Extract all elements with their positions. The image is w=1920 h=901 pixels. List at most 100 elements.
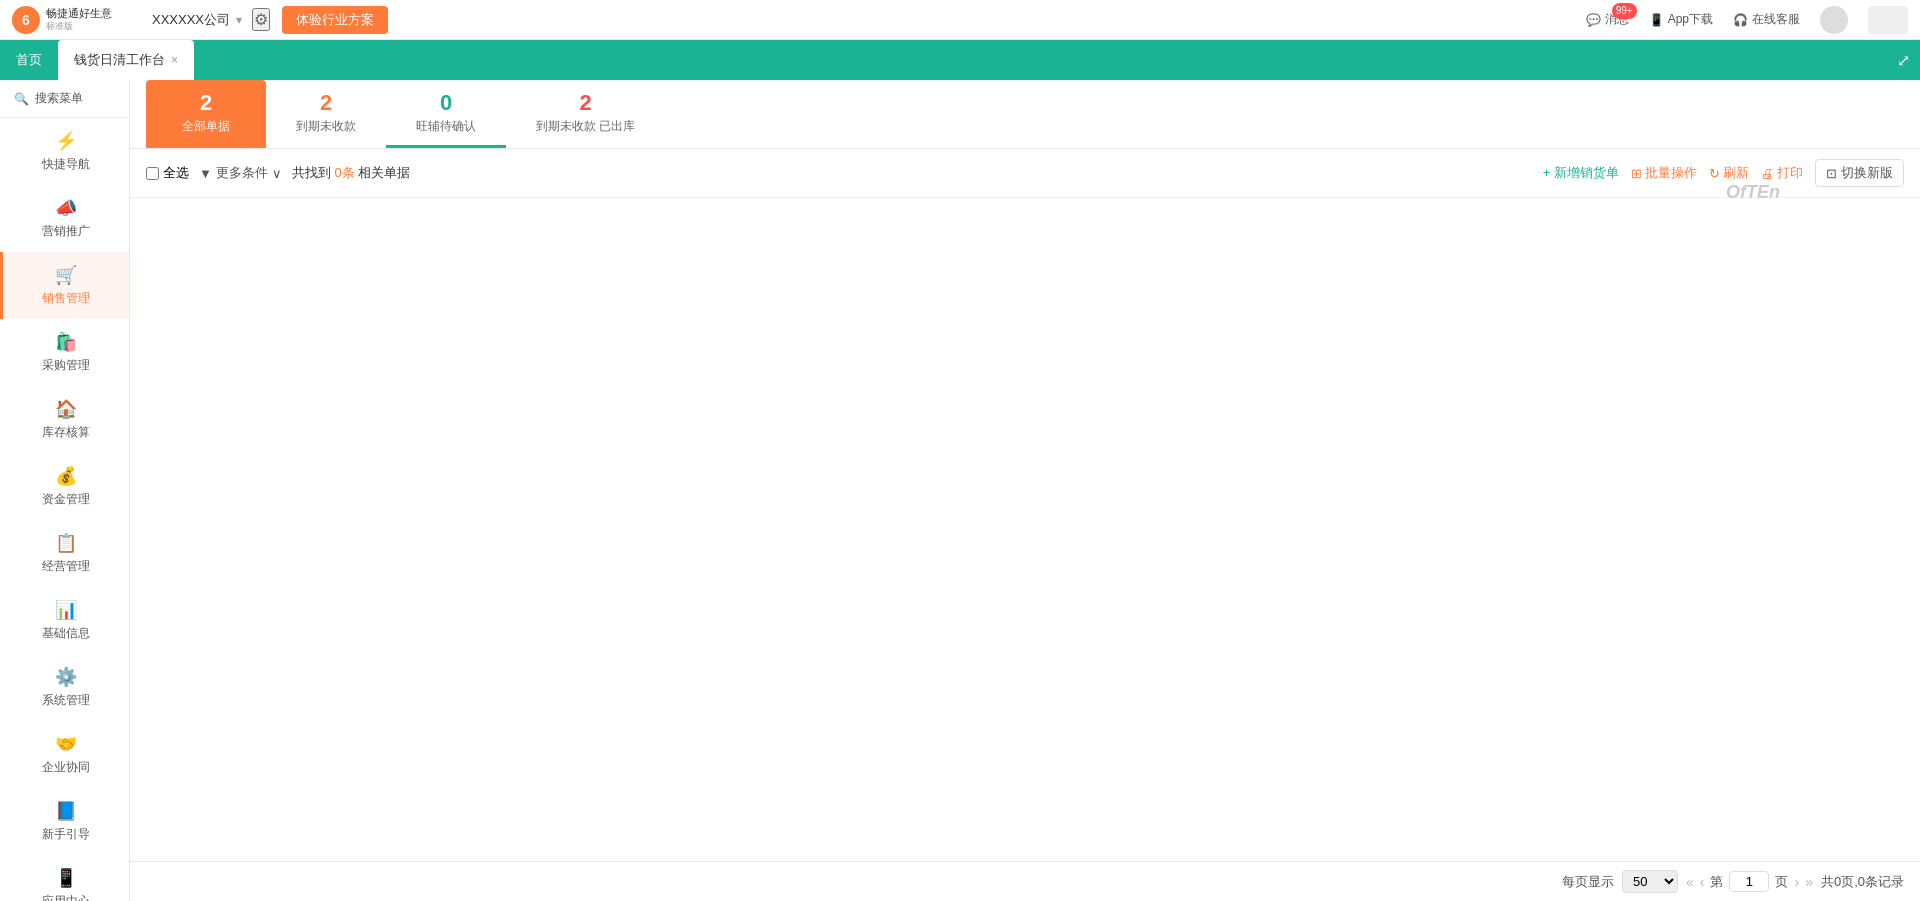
prev-page-button[interactable]: ‹ <box>1700 874 1705 890</box>
sidebar-item-operation[interactable]: 📋 经营管理 <box>0 520 129 587</box>
company-dropdown-icon: ▾ <box>236 13 242 27</box>
tab-home[interactable]: 首页 <box>0 40 58 80</box>
app-download-action[interactable]: 📱 App下载 <box>1649 11 1713 28</box>
sidebar-item-marketing[interactable]: 📣 营销推广 <box>0 185 129 252</box>
stats-tab-shipped[interactable]: 2 到期未收款 已出库 <box>506 80 665 148</box>
batch-label: 批量操作 <box>1645 164 1697 182</box>
settings-button[interactable]: ⚙ <box>252 8 270 31</box>
filter-down-icon: ∨ <box>272 166 282 181</box>
sidebar-item-label: 经营管理 <box>42 558 90 575</box>
sales-icon: 🛒 <box>55 264 77 286</box>
sidebar-item-label: 系统管理 <box>42 692 90 709</box>
sidebar-item-purchase[interactable]: 🛍️ 采购管理 <box>0 319 129 386</box>
tab-bar-right: ⤢ <box>1897 51 1920 70</box>
sidebar-item-label: 营销推广 <box>42 223 90 240</box>
switch-version-button[interactable]: ⊡ 切换新版 <box>1815 159 1904 187</box>
user-avatar[interactable] <box>1820 6 1848 34</box>
sidebar-item-system[interactable]: ⚙️ 系统管理 <box>0 654 129 721</box>
page-size-select[interactable]: 50 100 200 <box>1622 870 1678 893</box>
page-number-input[interactable] <box>1729 871 1769 892</box>
tab-active[interactable]: 钱货日清工作台 × <box>58 40 194 80</box>
search-menu[interactable]: 🔍 搜索菜单 <box>0 80 129 118</box>
tab-expand-icon[interactable]: ⤢ <box>1897 51 1910 70</box>
print-label: 打印 <box>1777 164 1803 182</box>
filter-button[interactable]: ▼ 更多条件 ∨ <box>199 164 282 182</box>
app-download-label: App下载 <box>1668 11 1713 28</box>
refresh-label: 刷新 <box>1723 164 1749 182</box>
logo-badge: 标准版 <box>46 20 112 33</box>
inventory-icon: 🏠 <box>55 398 77 420</box>
enterprise-icon: 🤝 <box>55 733 77 755</box>
last-page-button[interactable]: » <box>1805 874 1813 890</box>
filter-icon: ▼ <box>199 166 212 181</box>
notification-action[interactable]: 💬 消息 99+ <box>1586 11 1629 28</box>
sidebar-item-inventory[interactable]: 🏠 库存核算 <box>0 386 129 453</box>
result-text: 共找到 0条 相关单据 <box>292 164 410 182</box>
notification-badge: 99+ <box>1612 3 1637 19</box>
toolbar-left: 全选 ▼ 更多条件 ∨ 共找到 0条 相关单据 <box>146 164 410 182</box>
select-all-label: 全选 <box>163 164 189 182</box>
stats-tab-pending[interactable]: 0 旺辅待确认 <box>386 80 506 148</box>
search-menu-label: 搜索菜单 <box>35 90 83 107</box>
tab-active-label: 钱货日清工作台 <box>74 51 165 69</box>
pagination: « ‹ 第 页 › » <box>1686 871 1813 892</box>
batch-operation-button[interactable]: ⊞ 批量操作 <box>1631 164 1697 182</box>
sidebar-item-label: 快捷导航 <box>42 156 90 173</box>
stats-tab-overdue[interactable]: 2 到期未收款 <box>266 80 386 148</box>
sidebar-item-label: 企业协同 <box>42 759 90 776</box>
total-records: 共0页,0条记录 <box>1821 873 1904 891</box>
result-count: 0条 <box>335 165 355 180</box>
main-layout: 🔍 搜索菜单 ⚡ 快捷导航 📣 营销推广 🛒 销售管理 🛍️ 采购管理 🏠 库存… <box>0 80 1920 901</box>
stats-shipped-label: 到期未收款 已出库 <box>536 118 635 135</box>
first-page-button[interactable]: « <box>1686 874 1694 890</box>
page-size-label: 每页显示 <box>1562 873 1614 891</box>
guide-icon: 📘 <box>55 800 77 822</box>
top-header: 6 畅捷通好生意 标准版 XXXXXX公司 ▾ ⚙ 体验行业方案 💬 消息 99… <box>0 0 1920 40</box>
filter-label: 更多条件 <box>216 164 268 182</box>
user-menu[interactable] <box>1868 6 1908 34</box>
sidebar-item-label: 基础信息 <box>42 625 90 642</box>
sidebar-item-label: 应用中心 <box>42 893 90 901</box>
company-name: XXXXXX公司 <box>152 11 230 29</box>
refresh-button[interactable]: ↻ 刷新 <box>1709 164 1749 182</box>
experience-button[interactable]: 体验行业方案 <box>282 6 388 34</box>
online-service-action[interactable]: 🎧 在线客服 <box>1733 11 1800 28</box>
purchase-icon: 🛍️ <box>55 331 77 353</box>
sidebar-item-guide[interactable]: 📘 新手引导 <box>0 788 129 855</box>
stats-tab-all[interactable]: 2 全部单据 <box>146 80 266 148</box>
next-page-button[interactable]: › <box>1794 874 1799 890</box>
finance-icon: 💰 <box>55 465 77 487</box>
sidebar-item-apps[interactable]: 📱 应用中心 <box>0 855 129 901</box>
marketing-icon: 📣 <box>55 197 77 219</box>
new-sale-button[interactable]: + 新增销货单 <box>1543 164 1619 182</box>
sidebar-item-enterprise[interactable]: 🤝 企业协同 <box>0 721 129 788</box>
sidebar-item-label: 库存核算 <box>42 424 90 441</box>
page-label: 第 <box>1710 873 1723 891</box>
system-icon: ⚙️ <box>55 666 77 688</box>
toolbar: 全选 ▼ 更多条件 ∨ 共找到 0条 相关单据 + 新增销货单 ⊞ 批量操作 <box>130 149 1920 198</box>
print-icon: 🖨 <box>1761 166 1774 181</box>
stats-pending-label: 旺辅待确认 <box>416 118 476 135</box>
sidebar-item-finance[interactable]: 💰 资金管理 <box>0 453 129 520</box>
print-button[interactable]: 🖨 打印 <box>1761 164 1803 182</box>
stats-tabs: 2 全部单据 2 到期未收款 0 旺辅待确认 2 到期未收款 已出库 <box>130 80 1920 149</box>
tab-close-icon[interactable]: × <box>171 53 178 67</box>
toolbar-right: + 新增销货单 ⊞ 批量操作 ↻ 刷新 🖨 打印 ⊡ 切换新版 <box>1543 159 1904 187</box>
operation-icon: 📋 <box>55 532 77 554</box>
sidebar-item-label: 销售管理 <box>42 290 90 307</box>
company-selector[interactable]: XXXXXX公司 ▾ <box>152 11 242 29</box>
select-all-checkbox[interactable]: 全选 <box>146 164 189 182</box>
logo-text: 畅捷通好生意 <box>46 6 112 20</box>
stats-shipped-number: 2 <box>580 90 592 116</box>
select-all-input[interactable] <box>146 167 159 180</box>
switch-label: 切换新版 <box>1841 164 1893 182</box>
sidebar-item-quick-nav[interactable]: ⚡ 快捷导航 <box>0 118 129 185</box>
sidebar-item-label: 采购管理 <box>42 357 90 374</box>
sidebar-item-basics[interactable]: 📊 基础信息 <box>0 587 129 654</box>
table-area <box>130 198 1920 861</box>
header-right: 💬 消息 99+ 📱 App下载 🎧 在线客服 <box>1586 6 1908 34</box>
sidebar-item-sales[interactable]: 🛒 销售管理 <box>0 252 129 319</box>
basics-icon: 📊 <box>55 599 77 621</box>
refresh-icon: ↻ <box>1709 166 1720 181</box>
tab-bar: 首页 钱货日清工作台 × ⤢ <box>0 40 1920 80</box>
